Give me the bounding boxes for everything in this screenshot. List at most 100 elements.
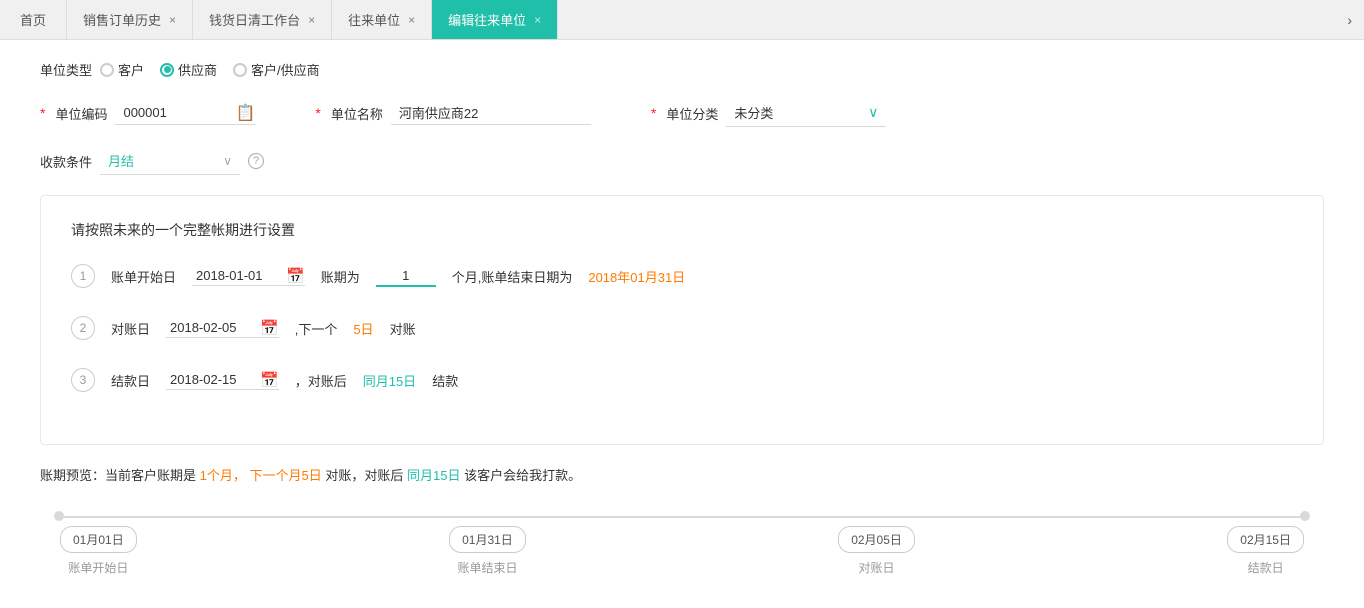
radio-group: 客户 供应商 客户/供应商 [100, 60, 320, 79]
payment-terms-arrow-icon: ∨ [223, 154, 232, 168]
step-3-date-input[interactable] [166, 370, 256, 389]
unit-name-group: * 单位名称 [315, 101, 590, 125]
step-1-mid-text: 账期为 [321, 267, 360, 286]
step-2-label: 对账日 [111, 319, 150, 338]
tab-home-label: 首页 [20, 10, 46, 29]
tab-home[interactable]: 首页 [0, 0, 67, 39]
step-2-num: 2 [71, 316, 95, 340]
unit-name-label: 单位名称 [331, 104, 383, 123]
radio-supplier-label: 供应商 [178, 60, 217, 79]
payment-terms-help-icon[interactable]: ? [248, 153, 264, 169]
tab-cash-work-label: 钱货日清工作台 [209, 10, 300, 29]
unit-type-group: 单位类型 客户 供应商 客户/供应商 [40, 60, 320, 79]
timeline-bubble-2: 01月31日 [449, 526, 526, 553]
radio-both-label: 客户/供应商 [251, 60, 320, 79]
step-3-highlight: 同月15日 [363, 371, 416, 390]
step-3-suffix: 结款 [432, 371, 458, 390]
payment-terms-label: 收款条件 [40, 152, 92, 171]
timeline-label-4: 结款日 [1248, 559, 1284, 576]
step-3-date-wrapper: 📅 [166, 370, 279, 390]
radio-supplier[interactable]: 供应商 [160, 60, 217, 79]
step-1-label: 账单开始日 [111, 267, 176, 286]
unit-category-value: 未分类 [734, 103, 868, 122]
tab-edit-partner[interactable]: 编辑往来单位 × [432, 0, 558, 39]
unit-category-label: 单位分类 [666, 104, 718, 123]
payment-terms-value: 月结 [108, 151, 215, 170]
timeline-bubble-4: 02月15日 [1227, 526, 1304, 553]
unit-code-input-wrapper: 📋 [115, 101, 255, 125]
step-3-label: 结款日 [111, 371, 150, 390]
main-content: 单位类型 客户 供应商 客户/供应商 * 单位编码 [0, 40, 1364, 608]
card-title: 请按照未来的一个完整帐期进行设置 [71, 220, 1293, 240]
timeline-node-4: 02月15日 结款日 [1227, 526, 1304, 576]
timeline-label-2: 账单结束日 [457, 559, 517, 576]
period-value-input[interactable] [376, 266, 436, 287]
step-1-date-wrapper: 📅 [192, 266, 305, 286]
timeline-wrapper: 01月01日 账单开始日 01月31日 账单结束日 02月05日 对账日 02月… [40, 508, 1324, 606]
step-2-highlight: 5日 [353, 319, 373, 338]
unit-category-group: * 单位分类 未分类 ∨ [651, 99, 886, 127]
tab-bar: 首页 销售订单历史 × 钱货日清工作台 × 往来单位 × 编辑往来单位 × › [0, 0, 1364, 40]
radio-both-circle [233, 63, 247, 77]
step-2-suffix: 对账 [390, 319, 416, 338]
step-2-row: 2 对账日 📅 ,下一个 5日 对账 [71, 316, 1293, 340]
unit-category-dropdown[interactable]: 未分类 ∨ [726, 99, 886, 127]
tab-partner-units-label: 往来单位 [348, 10, 400, 29]
tab-cash-work[interactable]: 钱货日清工作台 × [193, 0, 332, 39]
preview-middle: 对账，对账后 [325, 468, 403, 483]
unit-code-group: * 单位编码 📋 [40, 101, 255, 125]
step-3-num: 3 [71, 368, 95, 392]
step-2-prefix: ,下一个 [295, 319, 338, 338]
tab-partner-units-close[interactable]: × [408, 13, 415, 27]
step-1-num: 1 [71, 264, 95, 288]
unit-code-star: * [40, 105, 45, 121]
tab-more-button[interactable]: › [1335, 0, 1364, 39]
tab-sales-history-close[interactable]: × [169, 13, 176, 27]
unit-name-input[interactable] [391, 101, 591, 125]
radio-customer-label: 客户 [118, 60, 144, 79]
radio-customer-circle [100, 63, 114, 77]
unit-code-icon[interactable]: 📋 [235, 103, 255, 123]
unit-type-label: 单位类型 [40, 60, 92, 79]
preview-part2: 下一个月5日 [250, 468, 322, 483]
timeline-nodes: 01月01日 账单开始日 01月31日 账单结束日 02月05日 对账日 02月… [60, 508, 1304, 576]
tab-sales-history-label: 销售订单历史 [83, 10, 161, 29]
timeline-node-2: 01月31日 账单结束日 [449, 526, 526, 576]
unit-type-row: 单位类型 客户 供应商 客户/供应商 [40, 60, 1324, 79]
timeline-bubble-3: 02月05日 [838, 526, 915, 553]
step-1-end-date: 2018年01月31日 [588, 267, 685, 286]
preview-prefix: 账期预览：当前客户账期是 [40, 468, 196, 483]
tab-sales-history[interactable]: 销售订单历史 × [67, 0, 193, 39]
preview-part3: 同月15日 [407, 468, 460, 483]
unit-info-row: * 单位编码 📋 * 单位名称 * 单位分类 未分类 ∨ [40, 99, 1324, 127]
timeline-label-1: 账单开始日 [68, 559, 128, 576]
tab-more-icon: › [1347, 12, 1352, 28]
radio-supplier-circle [160, 63, 174, 77]
step-1-date-input[interactable] [192, 266, 282, 285]
step-1-calendar-icon[interactable]: 📅 [286, 267, 305, 285]
unit-code-input[interactable] [115, 101, 235, 124]
tab-edit-partner-close[interactable]: × [534, 13, 541, 27]
payment-terms-select[interactable]: 月结 ∨ [100, 147, 240, 175]
payment-terms-row: 收款条件 月结 ∨ ? [40, 147, 1324, 175]
step-3-row: 3 结款日 📅 ，对账后 同月15日 结款 [71, 368, 1293, 392]
timeline-node-1: 01月01日 账单开始日 [60, 526, 137, 576]
timeline-label-3: 对账日 [859, 559, 895, 576]
payment-terms-group: 收款条件 月结 ∨ ? [40, 147, 264, 175]
tab-cash-work-close[interactable]: × [308, 13, 315, 27]
unit-category-star: * [651, 105, 656, 121]
step-3-prefix: ，对账后 [295, 371, 347, 390]
step-2-calendar-icon[interactable]: 📅 [260, 319, 279, 337]
step-3-calendar-icon[interactable]: 📅 [260, 371, 279, 389]
step-2-date-wrapper: 📅 [166, 318, 279, 338]
tab-partner-units[interactable]: 往来单位 × [332, 0, 432, 39]
timeline-node-3: 02月05日 对账日 [838, 526, 915, 576]
radio-both[interactable]: 客户/供应商 [233, 60, 320, 79]
timeline-bubble-1: 01月01日 [60, 526, 137, 553]
step-1-unit-text: 个月,账单结束日期为 [452, 267, 573, 286]
tab-edit-partner-label: 编辑往来单位 [448, 10, 526, 29]
radio-customer[interactable]: 客户 [100, 60, 144, 79]
step-2-date-input[interactable] [166, 318, 256, 337]
unit-name-star: * [315, 105, 320, 121]
preview-section: 账期预览：当前客户账期是 1个月， 下一个月5日 对账，对账后 同月15日 该客… [40, 465, 1324, 484]
